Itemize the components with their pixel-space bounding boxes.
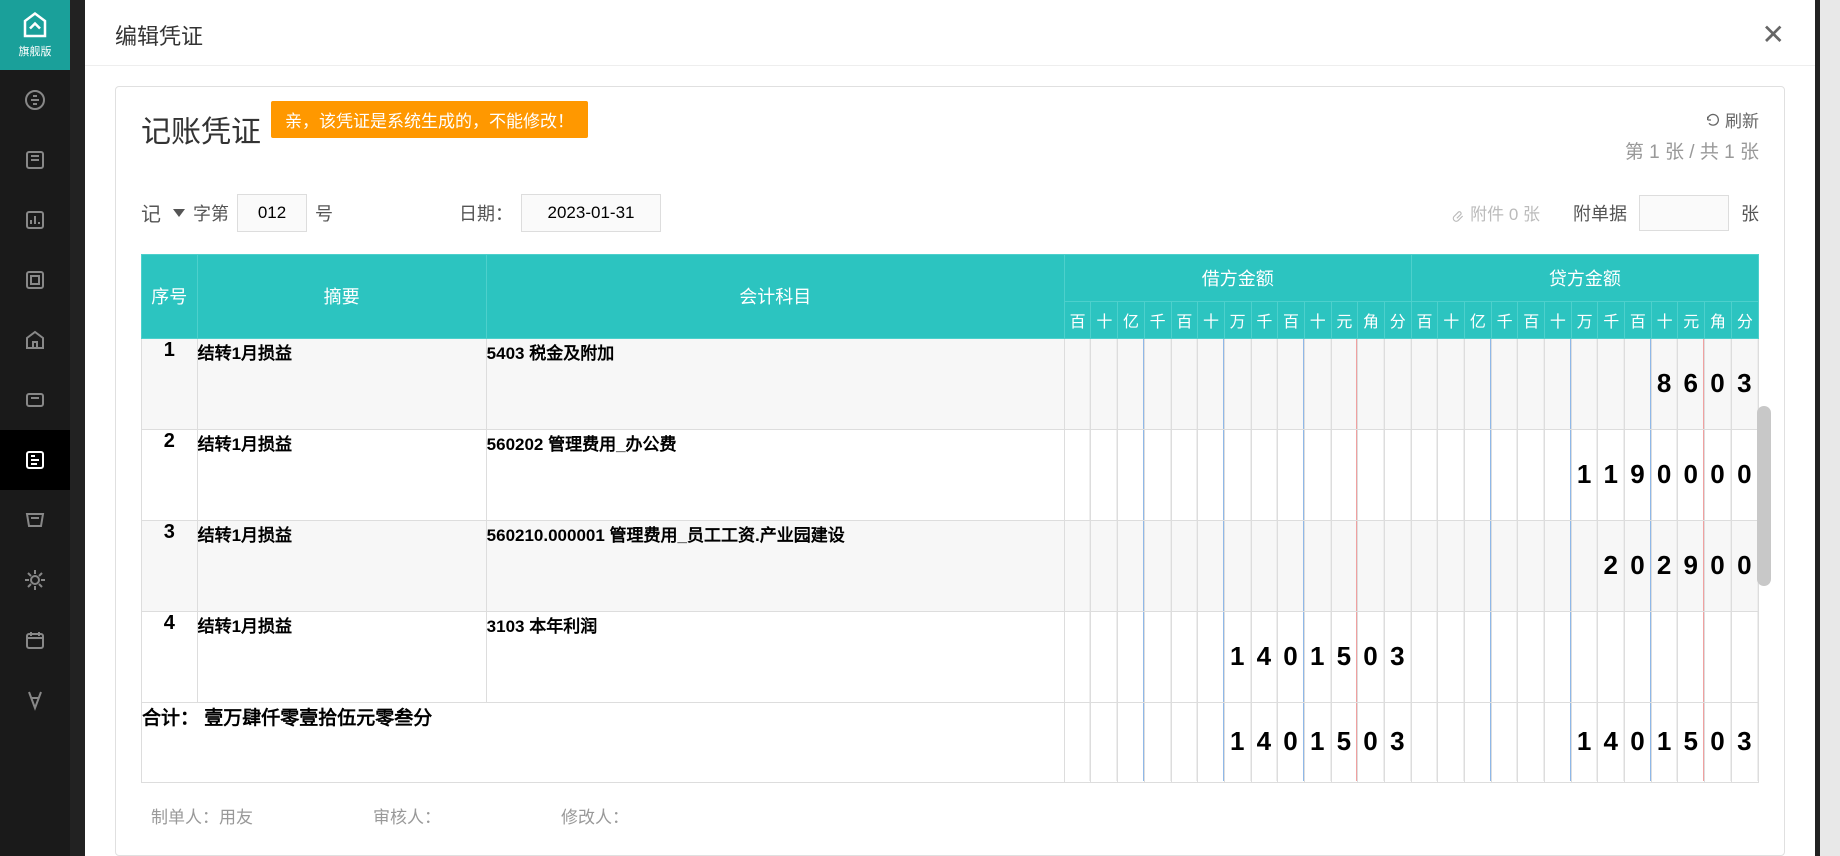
page-info: 第 1 张 / 共 1 张 [1625,137,1759,164]
table-row[interactable]: 1结转1月损益5403 税金及附加8603 [142,338,1759,429]
logo: 旗舰版 [0,0,70,70]
summary-cell[interactable]: 结转1月损益 [197,429,486,520]
th-digit: 千 [1144,301,1171,338]
nav-icon-3[interactable] [0,190,70,250]
th-subject: 会计科目 [486,254,1064,338]
sidebar: 旗舰版 [0,0,70,856]
voucher-card: 记账凭证 亲，该凭证是系统生成的，不能修改！ 刷新 第 1 张 / 共 1 张 … [115,86,1785,856]
th-digit: 百 [1278,301,1305,338]
zidi-label: 字第 [193,200,229,226]
date-input[interactable] [521,194,661,232]
nav-icon-1[interactable] [0,70,70,130]
th-digit: 万 [1571,301,1598,338]
modal-header: 编辑凭证 ✕ [85,0,1815,66]
nav-icon-10[interactable] [0,610,70,670]
hao-label: 号 [315,200,333,226]
voucher-heading: 记账凭证 [141,107,261,151]
seq-cell: 4 [142,611,198,702]
summary-cell[interactable]: 结转1月损益 [197,611,486,702]
nav-icon-6[interactable] [0,370,70,430]
nav-icon-8[interactable] [0,490,70,550]
seq-cell: 1 [142,338,198,429]
th-digit: 百 [1411,301,1438,338]
nav-icon-11[interactable] [0,670,70,730]
bill-count-input[interactable] [1639,195,1729,231]
th-digit: 十 [1545,301,1572,338]
th-digit: 百 [1518,301,1545,338]
nav-icon-4[interactable] [0,250,70,310]
th-digit: 万 [1224,301,1251,338]
close-button[interactable]: ✕ [1762,18,1785,51]
th-digit: 角 [1705,301,1732,338]
nav-icon-7[interactable] [0,430,70,490]
summary-cell[interactable]: 结转1月损益 [197,338,486,429]
nav-icon-2[interactable] [0,130,70,190]
logo-text: 旗舰版 [19,43,52,59]
maker: 制单人：用友 [151,803,253,828]
refresh-label: 刷新 [1725,107,1759,132]
th-summary: 摘要 [197,254,486,338]
paperclip-icon [1451,209,1465,223]
nav-icon-9[interactable] [0,550,70,610]
modal-title: 编辑凭证 [115,19,203,51]
attachment-link[interactable]: 附件 0 张 [1451,200,1540,225]
th-digit: 百 [1625,301,1652,338]
subject-cell[interactable]: 5403 税金及附加 [486,338,1064,429]
th-digit: 千 [1491,301,1518,338]
th-digit: 千 [1251,301,1278,338]
modifier: 修改人： [561,803,629,828]
th-digit: 十 [1651,301,1678,338]
th-digit: 十 [1198,301,1225,338]
th-seq: 序号 [142,254,198,338]
footer-line: 制单人：用友 审核人： 修改人： [141,803,1759,828]
th-digit: 角 [1358,301,1385,338]
th-digit: 十 [1304,301,1331,338]
subject-cell[interactable]: 3103 本年利润 [486,611,1064,702]
th-debit: 借方金额 [1064,254,1411,301]
th-digit: 千 [1598,301,1625,338]
subject-cell[interactable]: 560210.000001 管理费用_员工工资.产业园建设 [486,520,1064,611]
voucher-meta: 记 字第 号 日期： 附件 0 张 附单据 张 [141,194,1759,232]
th-digit: 十 [1438,301,1465,338]
refresh-icon [1705,112,1721,128]
table-head: 序号 摘要 会计科目 借方金额 贷方金额 百十亿千百十万千百十元角分百十亿千百十… [142,254,1759,338]
chevron-down-icon[interactable] [173,209,185,217]
zhang-label: 张 [1741,200,1759,226]
th-credit: 贷方金额 [1411,254,1758,301]
right-strip [1820,0,1840,856]
date-label: 日期： [459,200,513,226]
modal: 编辑凭证 ✕ 记账凭证 亲，该凭证是系统生成的，不能修改！ 刷新 第 1 张 /… [85,0,1815,856]
th-digit: 分 [1384,301,1411,338]
auditor: 审核人： [373,803,441,828]
th-digit: 十 [1091,301,1118,338]
th-digit: 百 [1064,301,1091,338]
bill-label: 附单据 [1573,200,1627,226]
summary-cell[interactable]: 结转1月损益 [197,520,486,611]
seq-cell: 2 [142,429,198,520]
th-digit: 元 [1678,301,1705,338]
warning-tag: 亲，该凭证是系统生成的，不能修改！ [271,101,588,138]
voucher-number-input[interactable] [237,194,307,232]
scrollbar-thumb[interactable] [1757,406,1771,586]
th-digit: 分 [1731,301,1758,338]
th-digit: 百 [1171,301,1198,338]
type-char[interactable]: 记 [141,198,161,227]
refresh-button[interactable]: 刷新 [1705,107,1759,132]
table-row[interactable]: 2结转1月损益560202 管理费用_办公费1190000 [142,429,1759,520]
subject-cell[interactable]: 560202 管理费用_办公费 [486,429,1064,520]
th-digit: 亿 [1118,301,1145,338]
th-digit: 元 [1331,301,1358,338]
th-digit: 亿 [1465,301,1492,338]
voucher-table: 序号 摘要 会计科目 借方金额 贷方金额 百十亿千百十万千百十元角分百十亿千百十… [141,254,1759,783]
total-row: 合计： 壹万肆仟零壹拾伍元零叁分14015031401503 [142,702,1759,782]
nav-icon-5[interactable] [0,310,70,370]
table-row[interactable]: 3结转1月损益560210.000001 管理费用_员工工资.产业园建设2029… [142,520,1759,611]
table-row[interactable]: 4结转1月损益3103 本年利润1401503 [142,611,1759,702]
modal-body: 记账凭证 亲，该凭证是系统生成的，不能修改！ 刷新 第 1 张 / 共 1 张 … [85,66,1815,856]
total-label: 合计： 壹万肆仟零壹拾伍元零叁分 [142,702,1065,782]
seq-cell: 3 [142,520,198,611]
